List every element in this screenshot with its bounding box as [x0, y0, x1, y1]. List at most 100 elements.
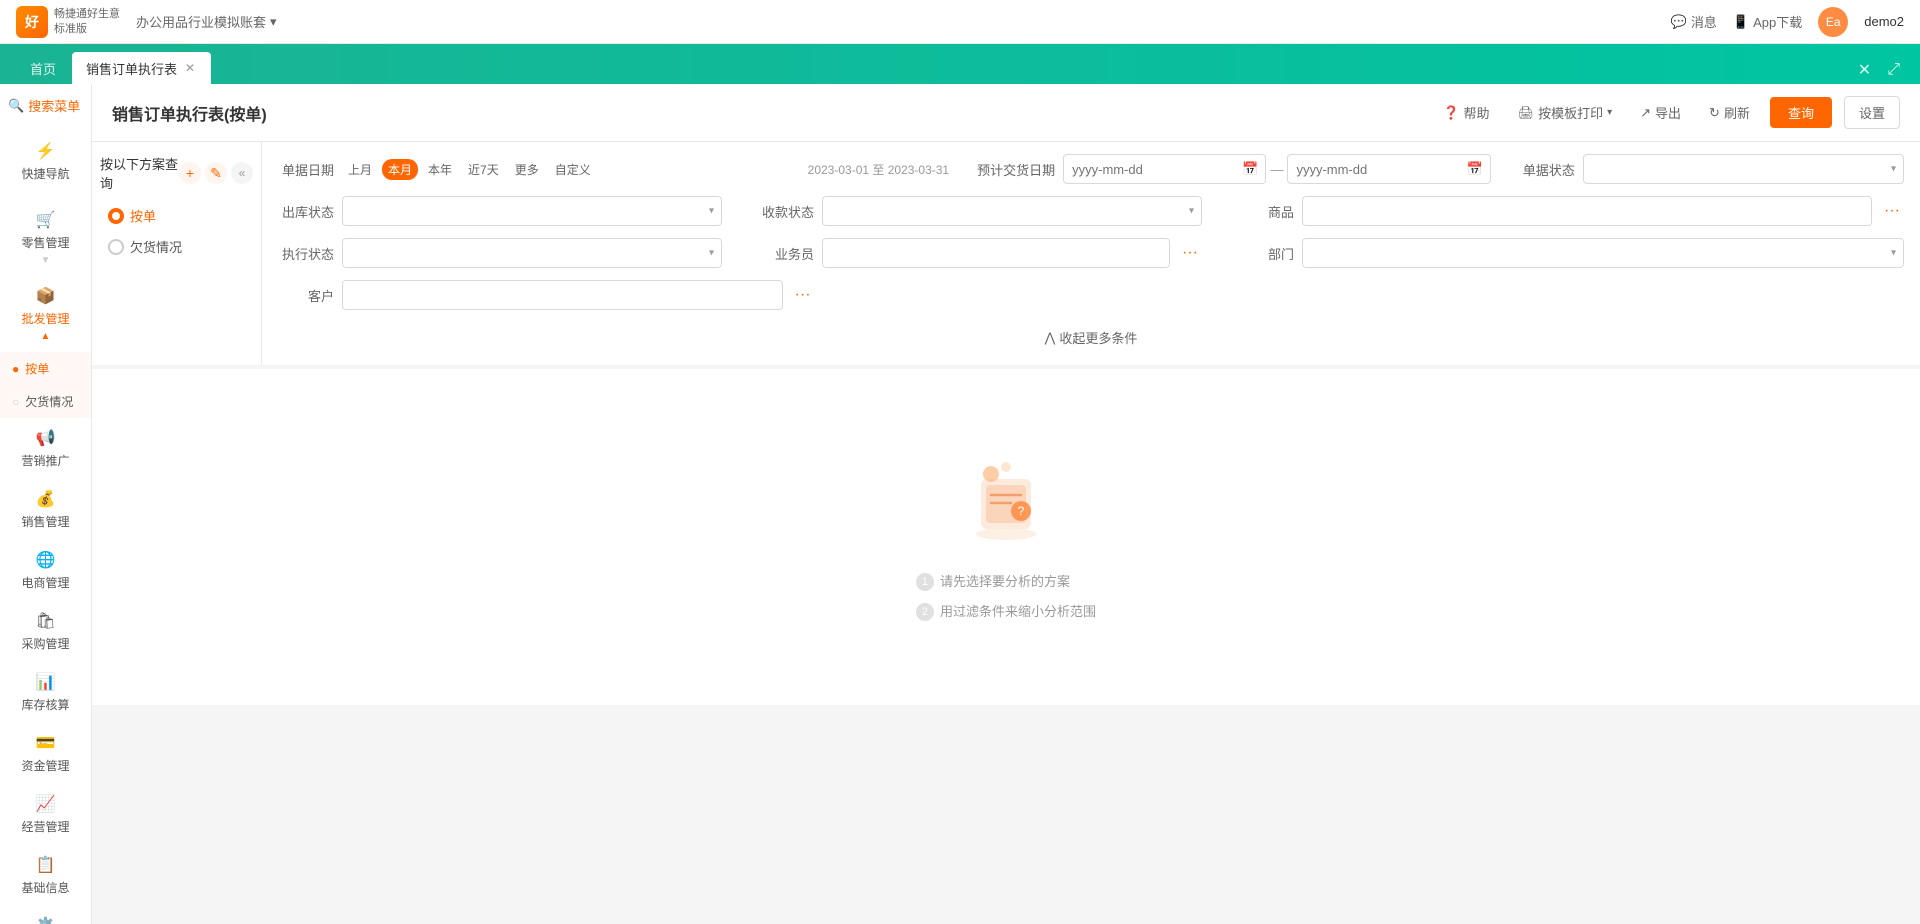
scheme-inactive-dot [108, 239, 124, 255]
dept-select[interactable] [1302, 238, 1904, 268]
refresh-button[interactable]: ↻ 刷新 [1701, 99, 1758, 126]
sidebar-item-basic[interactable]: 📋 基础信息 [0, 845, 91, 906]
app-download-icon: 📱 [1733, 14, 1749, 30]
app-download-action[interactable]: 📱 App下载 [1733, 12, 1802, 31]
filter-field-doc-date: 单据日期 上月 本月 本年 近7天 更多 自定义 [278, 159, 792, 180]
date-tab-last-month[interactable]: 上月 [342, 159, 378, 180]
settings-button[interactable]: 设置 [1844, 96, 1900, 129]
empty-step-1: 1 请先选择要分析的方案 [916, 569, 1096, 595]
query-button[interactable]: 查询 [1770, 97, 1832, 128]
tab-home[interactable]: 首页 [16, 52, 70, 84]
collapse-filter-button[interactable]: ⋀ 收起更多条件 [278, 322, 1904, 353]
sidebar-item-sales[interactable]: 💰 销售管理 [0, 479, 91, 540]
salesperson-input[interactable] [822, 238, 1170, 268]
dept-select-wrap: ▾ [1302, 238, 1904, 268]
top-bar: 好 畅捷通好生意 标准版 办公用品行业模拟账套 ▾ 💬 消息 📱 App下载 E… [0, 0, 1920, 44]
date-tab-7-days[interactable]: 近7天 [462, 159, 505, 180]
doc-status-label: 单据状态 [1519, 160, 1575, 179]
logo-icon: 好 [16, 6, 48, 38]
avatar[interactable]: Ea [1818, 7, 1848, 37]
sidebar-item-quick-nav[interactable]: ⚡ 快捷导航 [0, 131, 91, 192]
receipt-status-select[interactable] [822, 196, 1202, 226]
filter-row-3: 执行状态 ▾ 业务员 ··· 部门 [278, 238, 1904, 268]
sub-item-dot-2: ○ [12, 395, 19, 409]
help-button[interactable]: ❓ 帮助 [1435, 99, 1497, 126]
tab-close-icon[interactable]: ✕ [183, 60, 197, 76]
filter-scheme-actions: + ✎ « [179, 162, 253, 184]
exec-status-select-wrap: ▾ [342, 238, 722, 268]
sidebar-item-inventory[interactable]: 📊 库存核算 [0, 662, 91, 723]
customer-input[interactable] [342, 280, 783, 310]
salesperson-more-button[interactable]: ··· [1178, 244, 1202, 262]
salesperson-label: 业务员 [758, 244, 814, 263]
edit-scheme-button[interactable]: ✎ [205, 162, 227, 184]
print-button[interactable]: 🖨 按模板打印 ▾ [1510, 99, 1621, 126]
filter-field-doc-status: 单据状态 ▾ [1519, 154, 1904, 184]
export-button[interactable]: ↗ 导出 [1632, 99, 1689, 126]
expand-window-button[interactable]: ⤢ [1883, 57, 1904, 83]
sidebar-sub-item-order[interactable]: ● 按单 [0, 352, 91, 385]
sidebar: 🔍 搜索菜单 ⚡ 快捷导航 🛒 零售管理 ▼ 📦 批发管理 ▲ ● 按单 ○ 欠 [0, 84, 92, 924]
scheme-dot-inner [112, 212, 120, 220]
finance-icon: 💳 [36, 733, 56, 753]
user-name[interactable]: demo2 [1864, 14, 1904, 29]
filter-field-dept: 部门 ▾ [1238, 238, 1904, 268]
sidebar-item-wholesale[interactable]: 📦 批发管理 ▲ [0, 276, 91, 352]
sidebar-item-finance[interactable]: 💳 资金管理 [0, 723, 91, 784]
scheme-item-order[interactable]: 按单 [100, 200, 253, 231]
sidebar-item-ecommerce[interactable]: 🌐 电商管理 [0, 540, 91, 601]
filter-field-customer: 客户 ··· [278, 280, 815, 310]
page-actions: ❓ 帮助 🖨 按模板打印 ▾ ↗ 导出 ↻ 刷新 查询 设置 [1435, 96, 1900, 141]
date-tab-current-month[interactable]: 本月 [382, 159, 418, 180]
filter-field-expected-date: 预计交货日期 📅 — 📅 [977, 154, 1491, 184]
empty-svg: ? [956, 449, 1056, 549]
empty-steps: 1 请先选择要分析的方案 2 用过滤条件来缩小分析范围 [916, 569, 1096, 625]
out-status-select-wrap: ▾ [342, 196, 722, 226]
collapse-scheme-button[interactable]: « [231, 162, 253, 184]
app-selector[interactable]: 办公用品行业模拟账套 ▾ [128, 8, 285, 35]
out-status-select[interactable] [342, 196, 722, 226]
filter-field-out-status: 出库状态 ▾ [278, 196, 722, 226]
date-tab-custom[interactable]: 自定义 [549, 159, 597, 180]
sidebar-item-purchase[interactable]: 🛍 采购管理 [0, 601, 91, 662]
close-window-button[interactable]: ✕ [1854, 56, 1875, 84]
export-icon: ↗ [1640, 105, 1651, 121]
sidebar-item-operations[interactable]: 📈 经营管理 [0, 784, 91, 845]
empty-state-icon: ? [956, 449, 1056, 549]
doc-status-select[interactable] [1583, 154, 1904, 184]
refresh-icon: ↻ [1709, 105, 1720, 121]
sidebar-item-system[interactable]: ⚙️ 系统管理 [0, 906, 91, 924]
date-start-input[interactable] [1063, 154, 1266, 184]
goods-input[interactable] [1302, 196, 1872, 226]
doc-date-range-display: 2023-03-01 至 2023-03-31 [808, 161, 949, 178]
filter-row-2: 出库状态 ▾ 收款状态 [278, 196, 1904, 226]
top-bar-right: 💬 消息 📱 App下载 Ea demo2 [1671, 7, 1904, 37]
expected-date-label: 预计交货日期 [977, 160, 1055, 179]
search-icon: 🔍 [8, 98, 24, 114]
doc-status-select-wrap: ▾ [1583, 154, 1904, 184]
expected-date-range: 📅 — 📅 [1063, 154, 1491, 184]
date-start-wrap: 📅 [1063, 154, 1266, 184]
sidebar-search[interactable]: 🔍 搜索菜单 [0, 84, 91, 123]
collapse-icon: ⋀ [1045, 330, 1056, 346]
sidebar-sub-item-debt[interactable]: ○ 欠货情况 [0, 385, 91, 418]
operations-icon: 📈 [36, 794, 56, 814]
sub-item-dot: ● [12, 362, 19, 376]
tab-bar: 首页 销售订单执行表 ✕ ✕ ⤢ [0, 44, 1920, 84]
system-icon: ⚙️ [36, 916, 56, 924]
date-tab-current-year[interactable]: 本年 [422, 159, 458, 180]
date-tab-more[interactable]: 更多 [509, 159, 545, 180]
message-action[interactable]: 💬 消息 [1671, 12, 1717, 31]
sidebar-item-marketing[interactable]: 📢 营销推广 [0, 418, 91, 479]
goods-more-button[interactable]: ··· [1880, 202, 1904, 220]
scheme-item-debt[interactable]: 欠货情况 [100, 231, 253, 262]
page-title: 销售订单执行表(按单) [112, 101, 267, 137]
sidebar-item-retail[interactable]: 🛒 零售管理 ▼ [0, 200, 91, 276]
date-end-input[interactable] [1287, 154, 1490, 184]
exec-status-select[interactable] [342, 238, 722, 268]
add-scheme-button[interactable]: + [179, 162, 201, 184]
customer-more-button[interactable]: ··· [791, 286, 815, 304]
filter-fields: 单据日期 上月 本月 本年 近7天 更多 自定义 2023-03-01 至 20… [262, 142, 1920, 365]
sidebar-sub-wholesale: ● 按单 ○ 欠货情况 [0, 352, 91, 418]
tab-order-list[interactable]: 销售订单执行表 ✕ [72, 52, 211, 84]
